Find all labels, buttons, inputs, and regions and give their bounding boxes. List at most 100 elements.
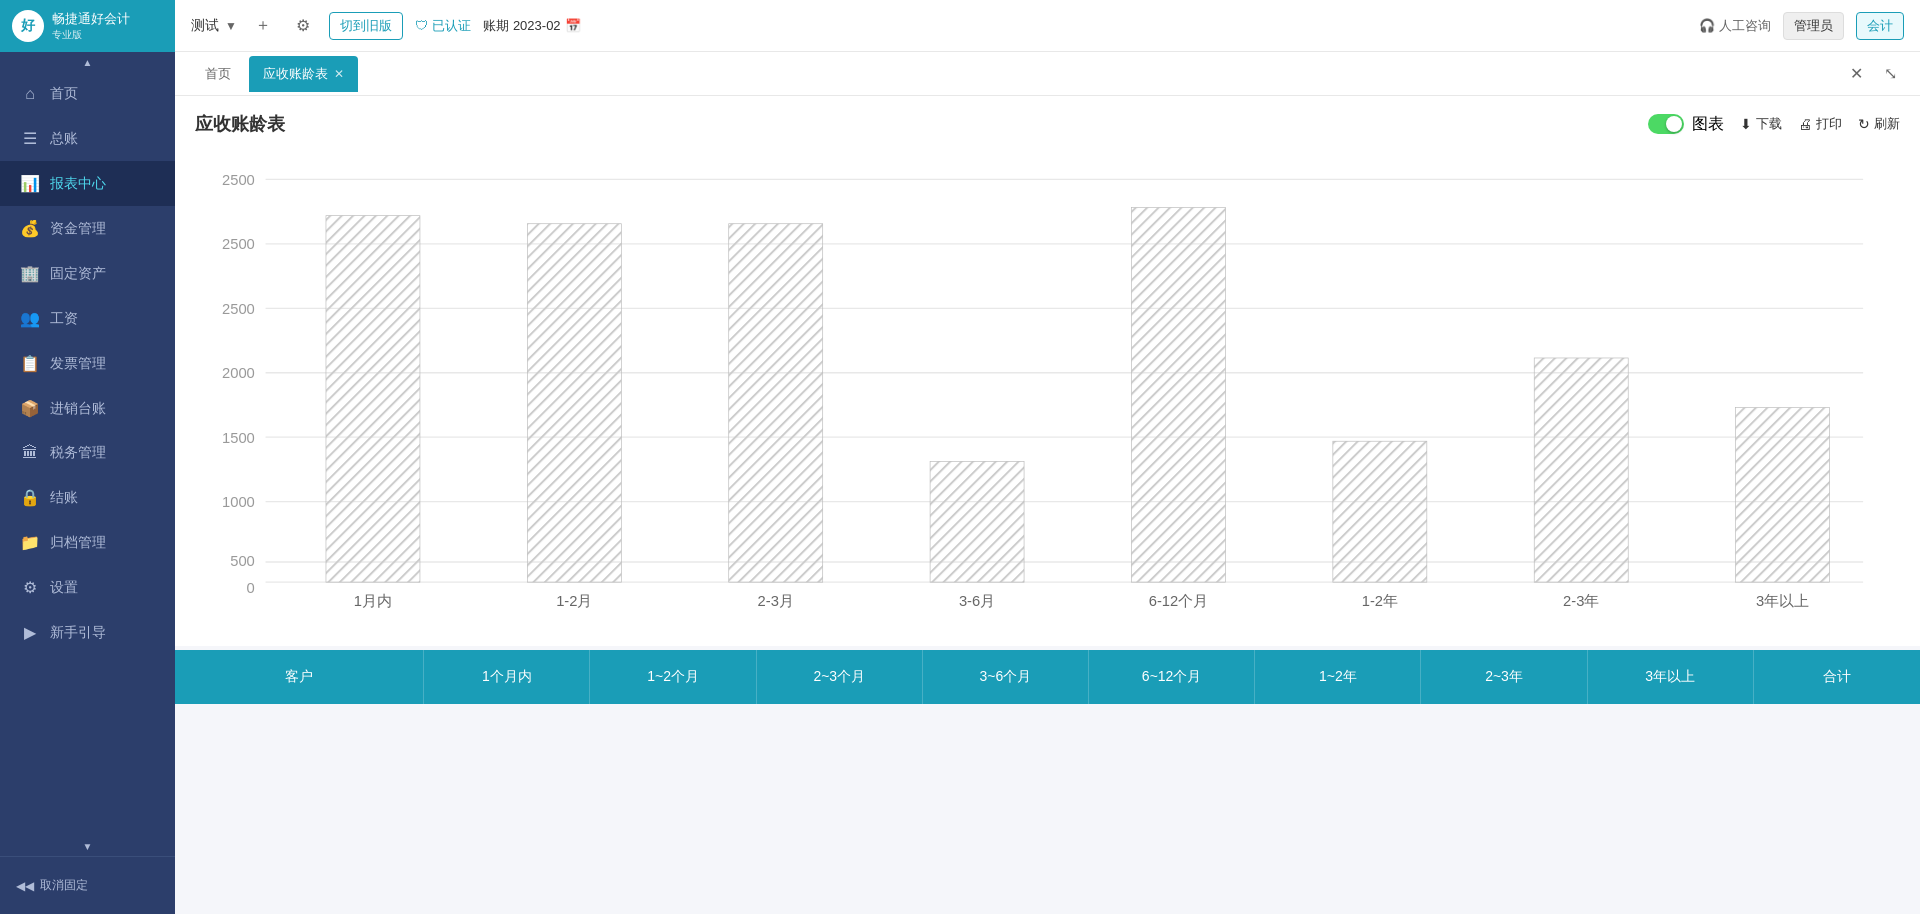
svg-text:1-2年: 1-2年 — [1362, 593, 1398, 609]
svg-rect-24 — [1736, 408, 1830, 583]
sidebar-item-funds[interactable]: 💰 资金管理 — [0, 206, 175, 251]
settings-btn[interactable]: ⚙ — [289, 12, 317, 40]
sidebar-item-assets[interactable]: 🏢 固定资产 — [0, 251, 175, 296]
top-header: 测试 ▼ ＋ ⚙ 切到旧版 🛡 已认证 账期 2023-02 📅 🎧 人工咨询 … — [175, 0, 1920, 52]
pin-icon: ◀◀ — [16, 879, 34, 893]
cancel-fixed-btn[interactable]: ◀◀ 取消固定 — [0, 867, 175, 904]
col-3y-plus: 3年以上 — [1588, 650, 1754, 704]
chevron-down-icon: ▼ — [225, 19, 237, 33]
col-1-2y: 1~2年 — [1255, 650, 1421, 704]
funds-icon: 💰 — [20, 219, 40, 238]
expand-btn[interactable]: ⤡ — [1876, 60, 1904, 88]
svg-rect-23 — [1534, 358, 1628, 582]
guide-icon: ▶ — [20, 623, 40, 642]
col-1-2m: 1~2个月 — [590, 650, 756, 704]
content-area: 应收账龄表 图表 ⬇ 下载 🖨 打印 — [175, 96, 1920, 914]
svg-rect-20 — [930, 461, 1024, 582]
sidebar-item-payroll[interactable]: 👥 工资 — [0, 296, 175, 341]
company-selector[interactable]: 测试 ▼ — [191, 17, 237, 35]
add-company-btn[interactable]: ＋ — [249, 12, 277, 40]
bar-chart: 2500 2500 2500 2000 1500 1000 500 0 — [185, 166, 1890, 622]
refresh-icon: ↻ — [1858, 116, 1870, 132]
reports-icon: 📊 — [20, 174, 40, 193]
company-name: 测试 — [191, 17, 219, 35]
col-2-3y: 2~3年 — [1421, 650, 1587, 704]
sidebar-item-reports[interactable]: 📊 报表中心 — [0, 161, 175, 206]
sidebar-item-invoice[interactable]: 📋 发票管理 — [0, 341, 175, 386]
svg-text:0: 0 — [247, 580, 255, 596]
svg-text:1-2月: 1-2月 — [556, 593, 592, 609]
col-1m: 1个月内 — [424, 650, 590, 704]
header-right: 🎧 人工咨询 管理员 会计 — [1699, 12, 1904, 40]
tab-bar-right: ✕ ⤡ — [1842, 60, 1904, 88]
scroll-up-arrow[interactable]: ▲ — [0, 52, 175, 72]
svg-text:2-3月: 2-3月 — [758, 593, 794, 609]
consult-btn[interactable]: 🎧 人工咨询 — [1699, 17, 1771, 35]
sidebar-logo: 好 畅捷通好会计 专业版 — [0, 0, 175, 52]
toggle-thumb — [1666, 116, 1682, 132]
svg-text:2500: 2500 — [222, 172, 255, 188]
sidebar: 好 畅捷通好会计 专业版 ▲ ⌂ 首页 ☰ 总账 📊 报表中心 💰 资金管理 🏢… — [0, 0, 175, 914]
sidebar-nav: ⌂ 首页 ☰ 总账 📊 报表中心 💰 资金管理 🏢 固定资产 👥 工资 📋 发票… — [0, 72, 175, 836]
accountant-btn[interactable]: 会计 — [1856, 12, 1904, 40]
sidebar-item-guide[interactable]: ▶ 新手引导 — [0, 610, 175, 655]
sidebar-item-closing[interactable]: 🔒 结账 — [0, 475, 175, 520]
chart-toggle[interactable]: 图表 — [1648, 114, 1724, 135]
sales-icon: 📦 — [20, 399, 40, 418]
sidebar-item-home[interactable]: ⌂ 首页 — [0, 72, 175, 116]
period-info: 账期 2023-02 📅 — [483, 17, 581, 35]
tab-close-icon[interactable]: ✕ — [334, 67, 344, 81]
svg-text:3-6月: 3-6月 — [959, 593, 995, 609]
svg-rect-22 — [1333, 441, 1427, 582]
svg-text:1000: 1000 — [222, 494, 255, 510]
switch-version-btn[interactable]: 切到旧版 — [329, 12, 403, 40]
table-container: 客户 1个月内 1~2个月 2~3个月 3~6个月 6~12个月 1~2年 2~… — [175, 650, 1920, 704]
refresh-btn[interactable]: ↻ 刷新 — [1858, 115, 1900, 133]
main-area: 测试 ▼ ＋ ⚙ 切到旧版 🛡 已认证 账期 2023-02 📅 🎧 人工咨询 … — [175, 0, 1920, 914]
svg-rect-21 — [1131, 208, 1225, 583]
calendar-icon[interactable]: 📅 — [565, 18, 581, 33]
sidebar-item-sales[interactable]: 📦 进销台账 — [0, 386, 175, 431]
tab-home[interactable]: 首页 — [191, 56, 245, 92]
assets-icon: 🏢 — [20, 264, 40, 283]
sidebar-item-settings[interactable]: ⚙ 设置 — [0, 565, 175, 610]
svg-rect-19 — [729, 224, 823, 582]
sidebar-item-ledger[interactable]: ☰ 总账 — [0, 116, 175, 161]
close-panel-btn[interactable]: ✕ — [1842, 60, 1870, 88]
archive-icon: 📁 — [20, 533, 40, 552]
tab-ar-aging[interactable]: 应收账龄表 ✕ — [249, 56, 358, 92]
closing-icon: 🔒 — [20, 488, 40, 507]
download-icon: ⬇ — [1740, 116, 1752, 132]
download-btn[interactable]: ⬇ 下载 — [1740, 115, 1782, 133]
svg-text:2-3年: 2-3年 — [1563, 593, 1599, 609]
tab-bar: 首页 应收账龄表 ✕ ✕ ⤡ — [175, 52, 1920, 96]
settings-icon: ⚙ — [20, 578, 40, 597]
col-2-3m: 2~3个月 — [757, 650, 923, 704]
col-total: 合计 — [1754, 650, 1920, 704]
sidebar-bottom: ◀◀ 取消固定 — [0, 856, 175, 914]
sidebar-item-tax[interactable]: 🏛 税务管理 — [0, 431, 175, 475]
print-icon: 🖨 — [1798, 116, 1812, 132]
print-btn[interactable]: 🖨 打印 — [1798, 115, 1842, 133]
chart-container: 2500 2500 2500 2000 1500 1000 500 0 — [175, 146, 1920, 646]
shield-icon: 🛡 — [415, 18, 428, 33]
headset-icon: 🎧 — [1699, 18, 1715, 33]
sidebar-item-archive[interactable]: 📁 归档管理 — [0, 520, 175, 565]
certified-badge: 🛡 已认证 — [415, 17, 471, 35]
scroll-down-arrow[interactable]: ▼ — [0, 836, 175, 856]
page-toolbar: 图表 ⬇ 下载 🖨 打印 ↻ 刷新 — [1648, 114, 1900, 135]
invoice-icon: 📋 — [20, 354, 40, 373]
svg-rect-17 — [326, 216, 420, 583]
svg-text:500: 500 — [230, 553, 255, 569]
tax-icon: 🏛 — [20, 444, 40, 462]
manager-btn[interactable]: 管理员 — [1783, 12, 1844, 40]
svg-text:1500: 1500 — [222, 430, 255, 446]
svg-text:1月内: 1月内 — [354, 593, 392, 609]
col-3-6m: 3~6个月 — [923, 650, 1089, 704]
toggle-label: 图表 — [1692, 114, 1724, 135]
toggle-track[interactable] — [1648, 114, 1684, 134]
svg-text:2500: 2500 — [222, 236, 255, 252]
svg-text:3年以上: 3年以上 — [1756, 593, 1809, 609]
col-customer: 客户 — [175, 650, 424, 704]
svg-text:2500: 2500 — [222, 301, 255, 317]
